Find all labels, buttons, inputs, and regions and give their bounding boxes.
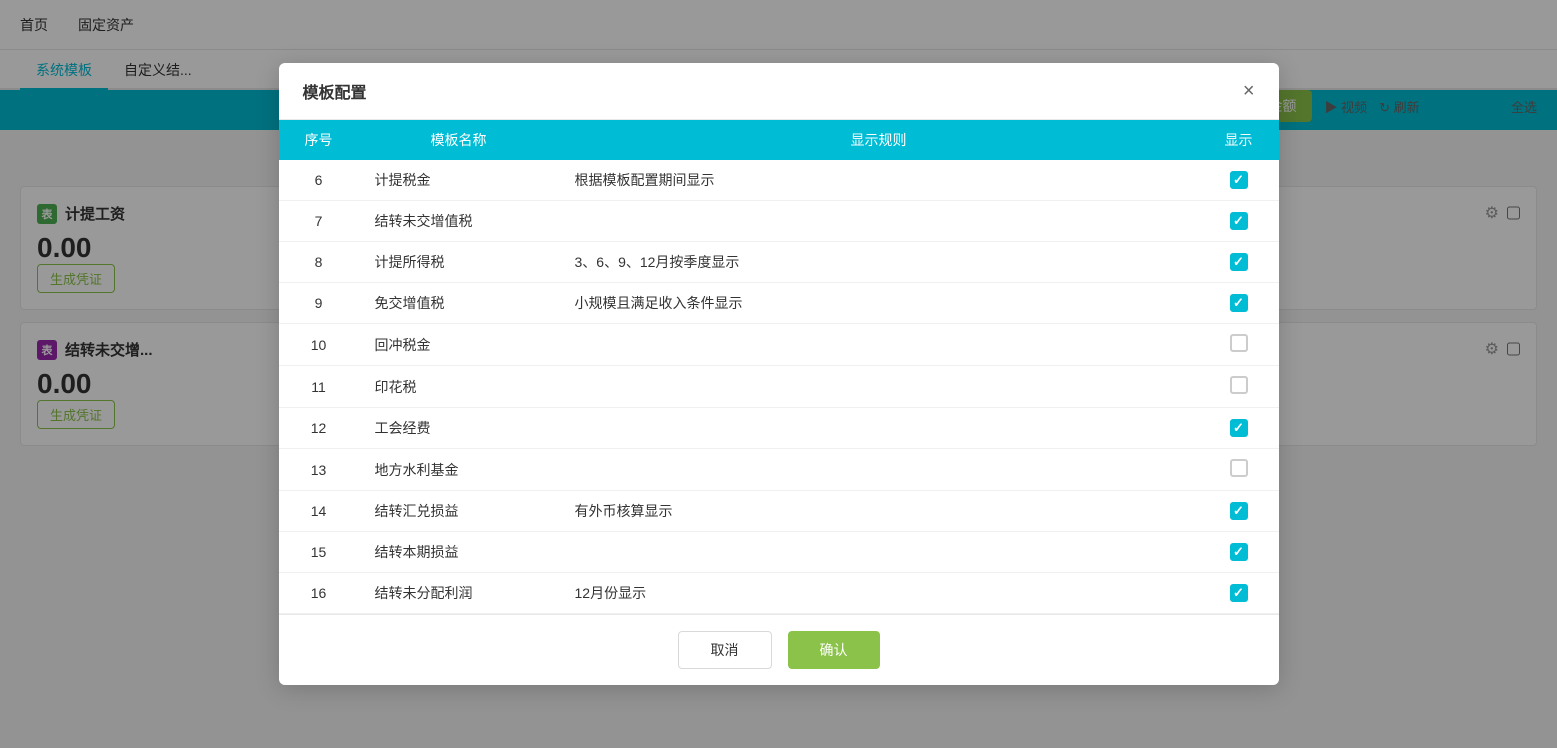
row-checkbox[interactable] [1230,294,1248,312]
row-checkbox[interactable] [1230,171,1248,189]
col-header-name: 模板名称 [359,120,559,160]
table-header-row: 序号 模板名称 显示规则 显示 [279,120,1279,160]
cell-check[interactable] [1199,242,1279,283]
confirm-button[interactable]: 确认 [788,631,880,669]
row-checkbox[interactable] [1230,459,1248,477]
row-checkbox[interactable] [1230,419,1248,437]
cell-name: 计提税金 [359,160,559,201]
col-header-rule: 显示规则 [559,120,1199,160]
row-checkbox[interactable] [1230,212,1248,230]
cell-name: 结转汇兑损益 [359,491,559,532]
cell-name: 免交增值税 [359,283,559,324]
row-checkbox[interactable] [1230,253,1248,271]
cell-name: 结转未交增值税 [359,201,559,242]
cell-rule: 12月份显示 [559,573,1199,614]
cell-seq: 15 [279,532,359,573]
cell-name: 结转未分配利润 [359,573,559,614]
table-row: 11印花税 [279,366,1279,408]
modal-close-button[interactable]: × [1243,81,1255,101]
cell-rule: 小规模且满足收入条件显示 [559,283,1199,324]
cell-seq: 6 [279,160,359,201]
cell-rule [559,324,1199,366]
cell-check[interactable] [1199,366,1279,408]
cell-seq: 8 [279,242,359,283]
table-row: 7结转未交增值税 [279,201,1279,242]
row-checkbox[interactable] [1230,543,1248,561]
cell-name: 地方水利基金 [359,449,559,491]
cell-rule [559,532,1199,573]
cell-name: 印花税 [359,366,559,408]
table-row: 12工会经费 [279,408,1279,449]
table-row: 9免交增值税小规模且满足收入条件显示 [279,283,1279,324]
cell-seq: 11 [279,366,359,408]
cell-rule [559,201,1199,242]
table-row: 6计提税金根据模板配置期间显示 [279,160,1279,201]
cell-name: 回冲税金 [359,324,559,366]
cell-check[interactable] [1199,201,1279,242]
cell-seq: 12 [279,408,359,449]
cell-check[interactable] [1199,324,1279,366]
cell-seq: 7 [279,201,359,242]
row-checkbox[interactable] [1230,376,1248,394]
cell-check[interactable] [1199,573,1279,614]
col-header-show: 显示 [1199,120,1279,160]
table-row: 16结转未分配利润12月份显示 [279,573,1279,614]
cell-check[interactable] [1199,283,1279,324]
cell-name: 计提所得税 [359,242,559,283]
table-row: 8计提所得税3、6、9、12月按季度显示 [279,242,1279,283]
cell-seq: 9 [279,283,359,324]
cell-rule [559,366,1199,408]
cell-seq: 13 [279,449,359,491]
modal-header: 模板配置 × [279,63,1279,120]
cell-seq: 14 [279,491,359,532]
cell-rule: 根据模板配置期间显示 [559,160,1199,201]
modal-body[interactable]: 序号 模板名称 显示规则 显示 6计提税金根据模板配置期间显示7结转未交增值税8… [279,120,1279,614]
cell-check[interactable] [1199,160,1279,201]
cell-seq: 16 [279,573,359,614]
cell-check[interactable] [1199,491,1279,532]
table-row: 14结转汇兑损益有外币核算显示 [279,491,1279,532]
table-row: 10回冲税金 [279,324,1279,366]
cell-name: 结转本期损益 [359,532,559,573]
cell-seq: 10 [279,324,359,366]
cell-rule [559,449,1199,491]
config-table: 序号 模板名称 显示规则 显示 6计提税金根据模板配置期间显示7结转未交增值税8… [279,120,1279,614]
cell-name: 工会经费 [359,408,559,449]
modal-template-config: 模板配置 × 序号 模板名称 显示规则 显示 6计提税金根据模板配置期间显示7结… [279,63,1279,685]
cell-check[interactable] [1199,449,1279,491]
cell-check[interactable] [1199,408,1279,449]
modal-footer: 取消 确认 [279,614,1279,685]
cancel-button[interactable]: 取消 [678,631,772,669]
table-row: 13地方水利基金 [279,449,1279,491]
row-checkbox[interactable] [1230,502,1248,520]
cell-check[interactable] [1199,532,1279,573]
col-header-seq: 序号 [279,120,359,160]
cell-rule: 3、6、9、12月按季度显示 [559,242,1199,283]
row-checkbox[interactable] [1230,584,1248,602]
cell-rule: 有外币核算显示 [559,491,1199,532]
row-checkbox[interactable] [1230,334,1248,352]
table-row: 15结转本期损益 [279,532,1279,573]
modal-overlay: 模板配置 × 序号 模板名称 显示规则 显示 6计提税金根据模板配置期间显示7结… [0,0,1557,748]
cell-rule [559,408,1199,449]
modal-title: 模板配置 [303,79,367,103]
